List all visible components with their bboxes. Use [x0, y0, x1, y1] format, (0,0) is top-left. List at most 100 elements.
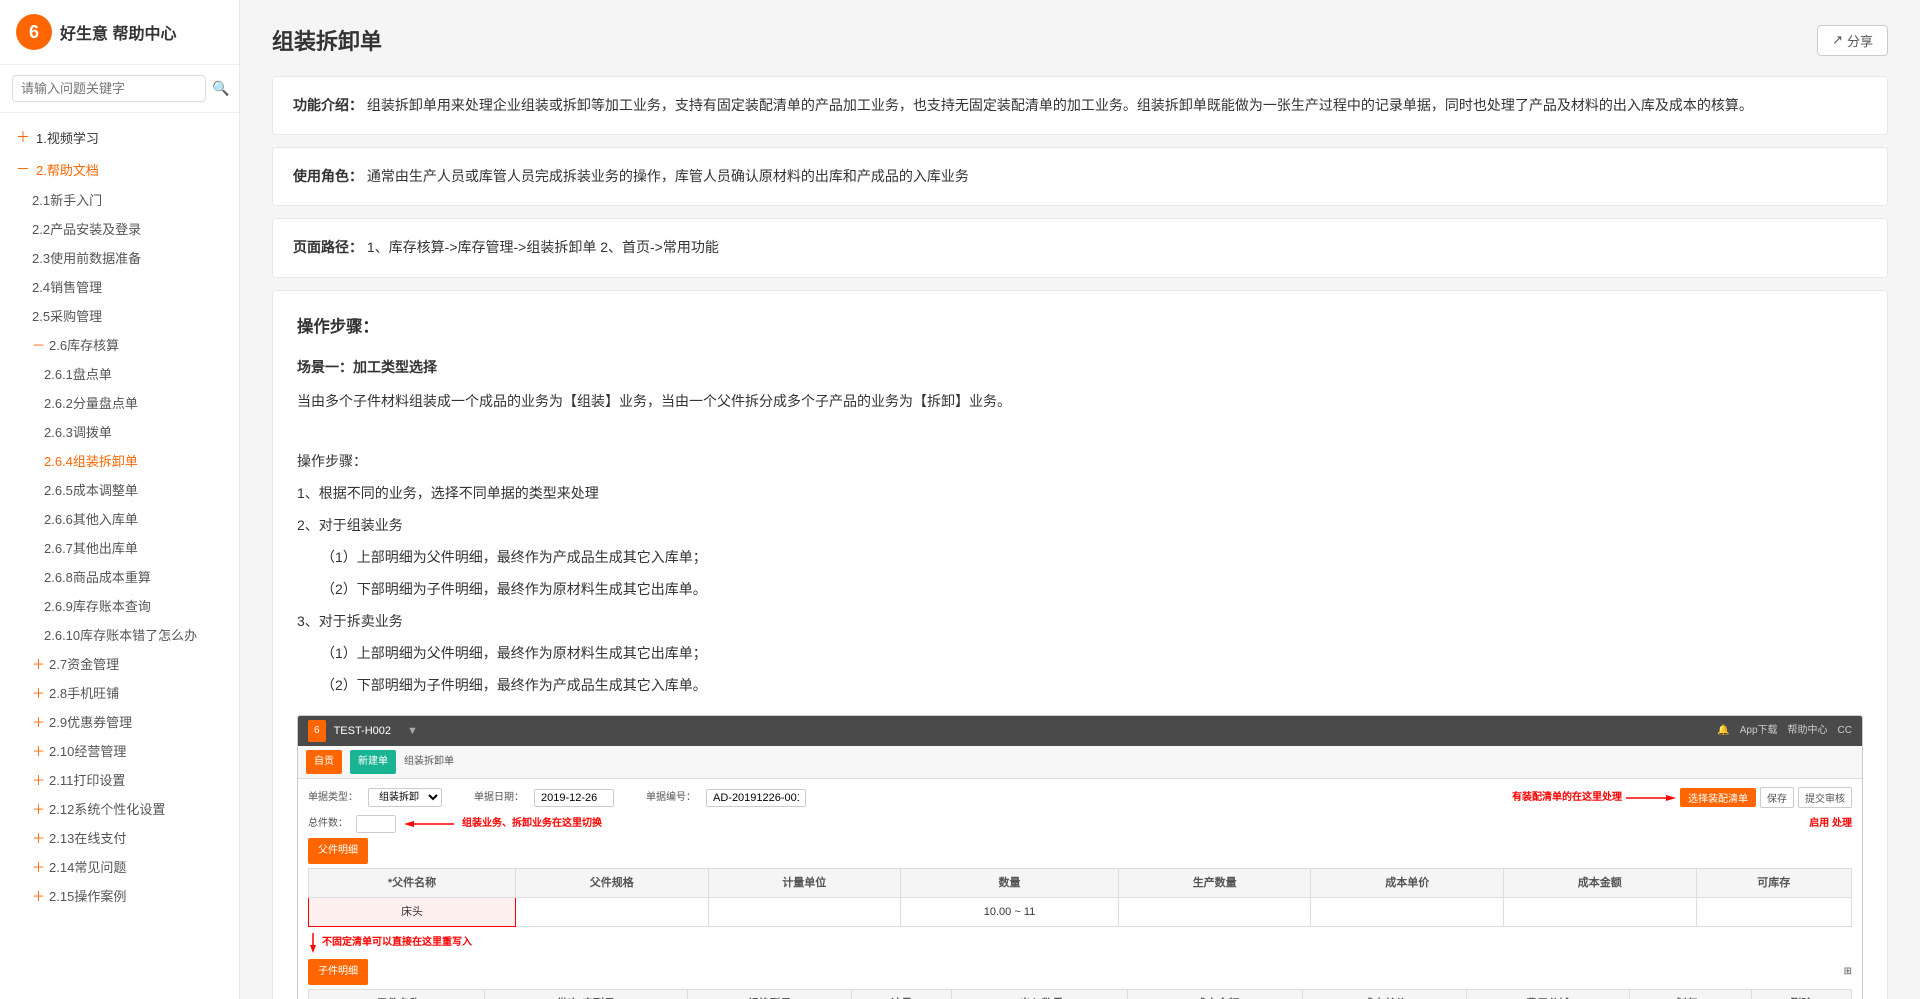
- plus-icon-s215: ＋: [32, 886, 45, 905]
- sidebar-leaf-stock-book[interactable]: 2.6.9库存账本查询: [0, 591, 239, 620]
- mock-nav-assembly: 组装拆卸单: [404, 752, 454, 772]
- mock-window: 6 TEST-H002 ▼ 🔔 App下载 帮助中心 CC 自贡 新建单: [298, 716, 1862, 999]
- plus-icon-s28: ＋: [32, 683, 45, 702]
- sidebar-item-online-pay[interactable]: ＋ 2.13在线支付: [0, 823, 239, 852]
- sidebar-leaf-partial-stocktake[interactable]: 2.6.2分量盘点单: [0, 388, 239, 417]
- sidebar-leaf-stock-error[interactable]: 2.6.10库存账本错了怎么办: [0, 620, 239, 649]
- path-card: 页面路径： 1、库存核算->库存管理->组装拆卸单 2、首页->常用功能: [272, 218, 1888, 277]
- sidebar-item-data-prep[interactable]: 2.3使用前数据准备: [0, 243, 239, 272]
- mock-th2-cost1: *成本金额: [1127, 990, 1303, 999]
- step2: 2、对于组装业务: [297, 511, 1863, 539]
- sidebar-leaf-transfer[interactable]: 2.6.3调拨单: [0, 417, 239, 446]
- plus-icon-s212: ＋: [32, 799, 45, 818]
- search-icon[interactable]: 🔍: [212, 80, 229, 97]
- sidebar-leaf-other-in[interactable]: 2.6.6其他入库单: [0, 504, 239, 533]
- mock-num-label: 单据编号：: [646, 788, 696, 808]
- mock-type-label: 单据类型：: [308, 788, 358, 808]
- mock-arrow3: [308, 933, 318, 953]
- mock-section-bar: 父件明细: [308, 838, 1852, 864]
- sidebar-item-customize[interactable]: ＋ 2.12系统个性化设置: [0, 794, 239, 823]
- sidebar-item-purchase[interactable]: 2.5采购管理: [0, 301, 239, 330]
- mock-form-row1: 单据类型： 组装拆卸 单据日期： 单据编号： 有装配清单的在这里处理: [308, 787, 1852, 808]
- role-text: 通常由生产人员或库管人员完成拆装业务的操作，库管人员确认原材料的出库和产成品的入…: [367, 168, 969, 184]
- sidebar-item-cases[interactable]: ＋ 2.15操作案例: [0, 881, 239, 910]
- mock-table1-row1: 床头 10.00 ~ 11: [309, 898, 1852, 927]
- plus-icon-s29: ＋: [32, 712, 45, 731]
- mock-th-qty: 数量: [901, 869, 1119, 898]
- mock-count-input[interactable]: [356, 815, 396, 833]
- mock-th-fspec: 父件规格: [516, 869, 709, 898]
- plus-icon-s211: ＋: [32, 770, 45, 789]
- mock-table1: *父件名称 父件规格 计量单位 数量 生产数量 成本单价 成本金额 可库存: [308, 868, 1852, 927]
- sidebar-header: 6 好生意 帮助中心: [0, 0, 239, 65]
- mock-th-fname: *父件名称: [309, 869, 516, 898]
- sidebar-item-video[interactable]: ＋ 1.视频学习: [0, 121, 239, 153]
- sidebar-item-mobile[interactable]: ＋ 2.8手机旺铺: [0, 678, 239, 707]
- mock-th2-cost2: 成本单价: [1303, 990, 1466, 999]
- sidebar-item-inventory[interactable]: － 2.6库存核算: [0, 330, 239, 359]
- plus-icon-s213: ＋: [32, 828, 45, 847]
- role-label: 使用角色：: [293, 168, 363, 184]
- minus-icon-s26: －: [32, 335, 45, 354]
- sidebar-item-sales[interactable]: 2.4销售管理: [0, 272, 239, 301]
- main-content: 组装拆卸单 ↗ 分享 功能介绍： 组装拆卸单用来处理企业组装或拆卸等加工业务，支…: [240, 0, 1920, 999]
- sidebar-item-print[interactable]: ＋ 2.11打印设置: [0, 765, 239, 794]
- mock-t1-fname: 床头: [309, 898, 516, 927]
- minus-icon-s2: －: [16, 159, 30, 179]
- sidebar-item-help-docs[interactable]: － 2.帮助文档: [0, 153, 239, 185]
- intro-label: 功能介绍：: [293, 97, 363, 113]
- sidebar-leaf-assembly[interactable]: 2.6.4组装拆卸单: [0, 446, 239, 475]
- logo-icon: 6: [16, 14, 52, 50]
- mock-arrow-right: [1626, 792, 1676, 804]
- steps-title: 操作步骤：: [297, 311, 1863, 344]
- mock-t1-stock: [1696, 898, 1851, 927]
- sidebar-leaf-other-out[interactable]: 2.6.7其他出库单: [0, 533, 239, 562]
- mock-t1-fspec: [516, 898, 709, 927]
- plus-icon-s210: ＋: [32, 741, 45, 760]
- mock-t1-costamt: [1504, 898, 1697, 927]
- mock-titlebar: 6 TEST-H002 ▼ 🔔 App下载 帮助中心 CC: [298, 716, 1862, 746]
- sidebar-item-ops[interactable]: ＋ 2.10经营管理: [0, 736, 239, 765]
- mock-type-select[interactable]: 组装拆卸: [368, 788, 442, 807]
- sidebar-item-finance[interactable]: ＋ 2.7资金管理: [0, 649, 239, 678]
- mock-date-input[interactable]: [534, 789, 614, 807]
- mock-nav-self: 自贡: [306, 750, 342, 774]
- mock-num-input[interactable]: [706, 789, 806, 807]
- mock-annotation3-row: 不固定清单可以直接在这里重写入: [308, 933, 1852, 953]
- sidebar-leaf-cost-recalc[interactable]: 2.6.8商品成本重算: [0, 562, 239, 591]
- mock-icon-bell: 🔔: [1717, 721, 1729, 741]
- plus-icon-s214: ＋: [32, 857, 45, 876]
- mock-th-unit: 计量单位: [708, 869, 901, 898]
- mock-section-bar2: 子件明细 ⊞: [308, 959, 1852, 985]
- search-input[interactable]: [12, 75, 206, 102]
- mock-body: 单据类型： 组装拆卸 单据日期： 单据编号： 有装配清单的在这里处理: [298, 779, 1862, 999]
- mock-th2-alloc: 费用分摊: [1466, 990, 1629, 999]
- sidebar-item-newuser[interactable]: 2.1新手入门: [0, 185, 239, 214]
- mock-t1-unit: [708, 898, 901, 927]
- sidebar-item-install[interactable]: 2.2产品安装及登录: [0, 214, 239, 243]
- mock-count-label: 总件数：: [308, 814, 348, 834]
- mock-t1-qty: 10.00 ~ 11: [901, 898, 1119, 927]
- mock-icon-expand[interactable]: ⊞: [1844, 962, 1852, 982]
- steps-intro: 操作步骤：: [297, 447, 1863, 475]
- mock-nav-neworder: 新建单: [350, 750, 396, 774]
- mock-th-costprice: 成本单价: [1311, 869, 1504, 898]
- sidebar: 6 好生意 帮助中心 🔍 ＋ 1.视频学习 － 2.帮助文档 2.1新手入门 2…: [0, 0, 240, 999]
- mock-btn-save[interactable]: 保存: [1760, 787, 1794, 808]
- sidebar-item-faq[interactable]: ＋ 2.14常见问题: [0, 852, 239, 881]
- step2-sub1: （1）上部明细为父件明细，最终作为产成品生成其它入库单；: [297, 543, 1863, 571]
- mock-arrow-left: [404, 818, 454, 830]
- mock-btn-submit[interactable]: 提交审核: [1798, 787, 1852, 808]
- mock-btn-select-bom[interactable]: 选择装配清单: [1680, 788, 1756, 807]
- sidebar-leaf-stocktake[interactable]: 2.6.1盘点单: [0, 359, 239, 388]
- mock-icon-user: CC: [1838, 721, 1852, 741]
- sidebar-leaf-cost-adjust[interactable]: 2.6.5成本调整单: [0, 475, 239, 504]
- step3-sub1: （1）上部明细为父件明细，最终作为原材料生成其它出库单；: [297, 639, 1863, 667]
- sidebar-item-coupon[interactable]: ＋ 2.9优惠券管理: [0, 707, 239, 736]
- share-button[interactable]: ↗ 分享: [1817, 25, 1888, 56]
- mock-annotation3-text: 不固定清单可以直接在这里重写入: [322, 933, 472, 953]
- mock-title: TEST-H002: [334, 720, 391, 742]
- mock-topnav: 自贡 新建单 组装拆卸单: [298, 746, 1862, 779]
- mock-t1-costprice: [1311, 898, 1504, 927]
- mock-table2: *子件名称 批次/序列号 规格型号 计量 *出入数量 *成本金额 成本单价 费用…: [308, 989, 1852, 999]
